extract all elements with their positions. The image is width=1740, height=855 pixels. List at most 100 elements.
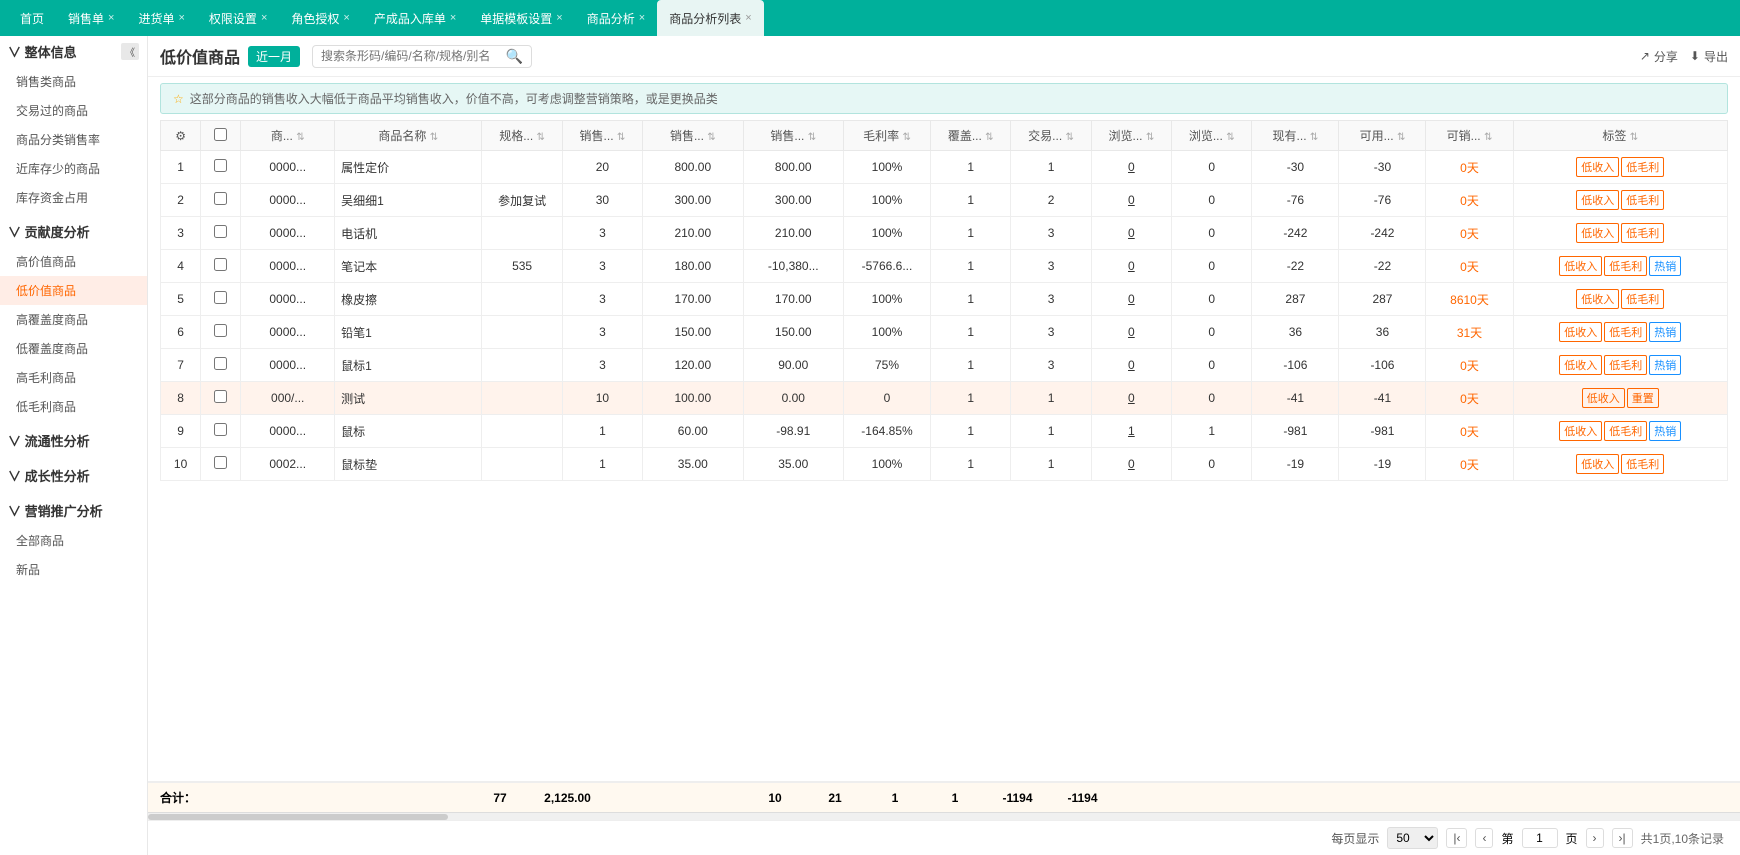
nav-close-goods-analysis-list[interactable]: ×	[745, 12, 751, 24]
first-page-button[interactable]: |‹	[1446, 828, 1467, 848]
row-checkbox[interactable]	[201, 316, 241, 349]
per-page-select[interactable]: 50 100 200	[1387, 827, 1438, 849]
col-browse1[interactable]: 浏览... ⇅	[1091, 121, 1171, 151]
sidebar-item-low-stock[interactable]: 近库存少的商品	[0, 154, 147, 183]
row-browse1[interactable]: 0	[1091, 151, 1171, 184]
period-button[interactable]: 近一月	[248, 46, 300, 67]
row-select-checkbox[interactable]	[214, 357, 227, 370]
row-browse1[interactable]: 0	[1091, 316, 1171, 349]
nav-role[interactable]: 角色授权 ×	[279, 0, 361, 36]
col-cover[interactable]: 覆盖... ⇅	[931, 121, 1011, 151]
row-browse1[interactable]: 0	[1091, 217, 1171, 250]
row-browse1[interactable]: 1	[1091, 415, 1171, 448]
col-stock[interactable]: 现有... ⇅	[1252, 121, 1339, 151]
row-select-checkbox[interactable]	[214, 456, 227, 469]
nav-goods-analysis[interactable]: 商品分析 ×	[575, 0, 657, 36]
nav-close-permission[interactable]: ×	[261, 12, 267, 24]
browse-link[interactable]: 0	[1128, 292, 1135, 306]
col-sale2[interactable]: 销售... ⇅	[743, 121, 843, 151]
row-browse1[interactable]: 0	[1091, 448, 1171, 481]
nav-template[interactable]: 单据模板设置 ×	[468, 0, 574, 36]
prev-page-button[interactable]: ‹	[1475, 828, 1493, 848]
row-checkbox[interactable]	[201, 448, 241, 481]
col-sale1[interactable]: 销售... ⇅	[643, 121, 743, 151]
col-code[interactable]: 商... ⇅	[241, 121, 335, 151]
row-checkbox[interactable]	[201, 382, 241, 415]
row-browse1[interactable]: 0	[1091, 349, 1171, 382]
nav-close-product[interactable]: ×	[450, 12, 456, 24]
row-checkbox[interactable]	[201, 151, 241, 184]
export-button[interactable]: ⬇ 导出	[1690, 48, 1728, 65]
sidebar-item-high-margin[interactable]: 高毛利商品	[0, 363, 147, 392]
row-checkbox[interactable]	[201, 415, 241, 448]
row-checkbox[interactable]	[201, 283, 241, 316]
row-checkbox[interactable]	[201, 217, 241, 250]
sidebar-item-high-coverage[interactable]: 高覆盖度商品	[0, 305, 147, 334]
col-spec[interactable]: 规格... ⇅	[482, 121, 562, 151]
row-select-checkbox[interactable]	[214, 192, 227, 205]
search-input[interactable]	[321, 49, 506, 63]
browse-link[interactable]: 0	[1128, 325, 1135, 339]
row-browse1[interactable]: 0	[1091, 382, 1171, 415]
browse-link[interactable]: 0	[1128, 457, 1135, 471]
col-avail[interactable]: 可用... ⇅	[1339, 121, 1426, 151]
browse-link[interactable]: 0	[1128, 226, 1135, 240]
last-page-button[interactable]: ›|	[1612, 828, 1633, 848]
nav-close-sales[interactable]: ×	[108, 12, 114, 24]
nav-permission[interactable]: 权限设置 ×	[197, 0, 279, 36]
select-all-checkbox[interactable]	[214, 128, 227, 141]
sidebar-item-low-margin[interactable]: 低毛利商品	[0, 392, 147, 421]
row-checkbox[interactable]	[201, 250, 241, 283]
col-tags[interactable]: 标签 ⇅	[1513, 121, 1727, 151]
browse-link[interactable]: 0	[1128, 160, 1135, 174]
nav-purchase[interactable]: 进货单 ×	[126, 0, 196, 36]
row-select-checkbox[interactable]	[214, 390, 227, 403]
col-browse2[interactable]: 浏览... ⇅	[1172, 121, 1252, 151]
nav-close-role[interactable]: ×	[343, 12, 349, 24]
browse-link[interactable]: 0	[1128, 259, 1135, 273]
nav-sales[interactable]: 销售单 ×	[56, 0, 126, 36]
nav-close-goods-analysis[interactable]: ×	[639, 12, 645, 24]
page-number-input[interactable]	[1522, 828, 1558, 848]
sidebar-item-stock-fund[interactable]: 库存资金占用	[0, 183, 147, 212]
row-select-checkbox[interactable]	[214, 159, 227, 172]
col-settings[interactable]: ⚙	[161, 121, 201, 151]
browse-link[interactable]: 0	[1128, 193, 1135, 207]
sidebar-collapse-overall[interactable]: 《	[121, 43, 139, 60]
table-horizontal-scrollbar[interactable]	[148, 812, 1740, 820]
next-page-button[interactable]: ›	[1586, 828, 1604, 848]
nav-home[interactable]: 首页	[8, 0, 56, 36]
row-select-checkbox[interactable]	[214, 291, 227, 304]
sidebar-item-traded-goods[interactable]: 交易过的商品	[0, 96, 147, 125]
row-select-checkbox[interactable]	[214, 423, 227, 436]
col-gross[interactable]: 毛利率 ⇅	[843, 121, 930, 151]
row-checkbox[interactable]	[201, 184, 241, 217]
sidebar-item-all-goods[interactable]: 全部商品	[0, 526, 147, 555]
row-select-checkbox[interactable]	[214, 225, 227, 238]
row-select-checkbox[interactable]	[214, 258, 227, 271]
search-icon[interactable]: 🔍	[506, 48, 523, 65]
sidebar-item-low-coverage[interactable]: 低覆盖度商品	[0, 334, 147, 363]
sidebar-item-category-rate[interactable]: 商品分类销售率	[0, 125, 147, 154]
row-browse1[interactable]: 0	[1091, 184, 1171, 217]
browse-link[interactable]: 1	[1128, 424, 1135, 438]
row-browse1[interactable]: 0	[1091, 283, 1171, 316]
row-browse1[interactable]: 0	[1091, 250, 1171, 283]
browse-link[interactable]: 0	[1128, 391, 1135, 405]
sidebar-item-new-goods[interactable]: 新品	[0, 555, 147, 584]
row-checkbox[interactable]	[201, 349, 241, 382]
share-button[interactable]: ↗ 分享	[1640, 48, 1678, 65]
sidebar-item-low-value[interactable]: 低价值商品	[0, 276, 147, 305]
sidebar-item-sales-goods[interactable]: 销售类商品	[0, 67, 147, 96]
row-select-checkbox[interactable]	[214, 324, 227, 337]
nav-close-template[interactable]: ×	[556, 12, 562, 24]
scrollbar-thumb[interactable]	[148, 814, 448, 820]
col-name[interactable]: 商品名称 ⇅	[335, 121, 482, 151]
nav-product[interactable]: 产成品入库单 ×	[362, 0, 468, 36]
col-trade[interactable]: 交易... ⇅	[1011, 121, 1091, 151]
sidebar-item-high-value[interactable]: 高价值商品	[0, 247, 147, 276]
col-sellable[interactable]: 可销... ⇅	[1426, 121, 1513, 151]
browse-link[interactable]: 0	[1128, 358, 1135, 372]
col-qty[interactable]: 销售... ⇅	[562, 121, 642, 151]
nav-close-purchase[interactable]: ×	[178, 12, 184, 24]
